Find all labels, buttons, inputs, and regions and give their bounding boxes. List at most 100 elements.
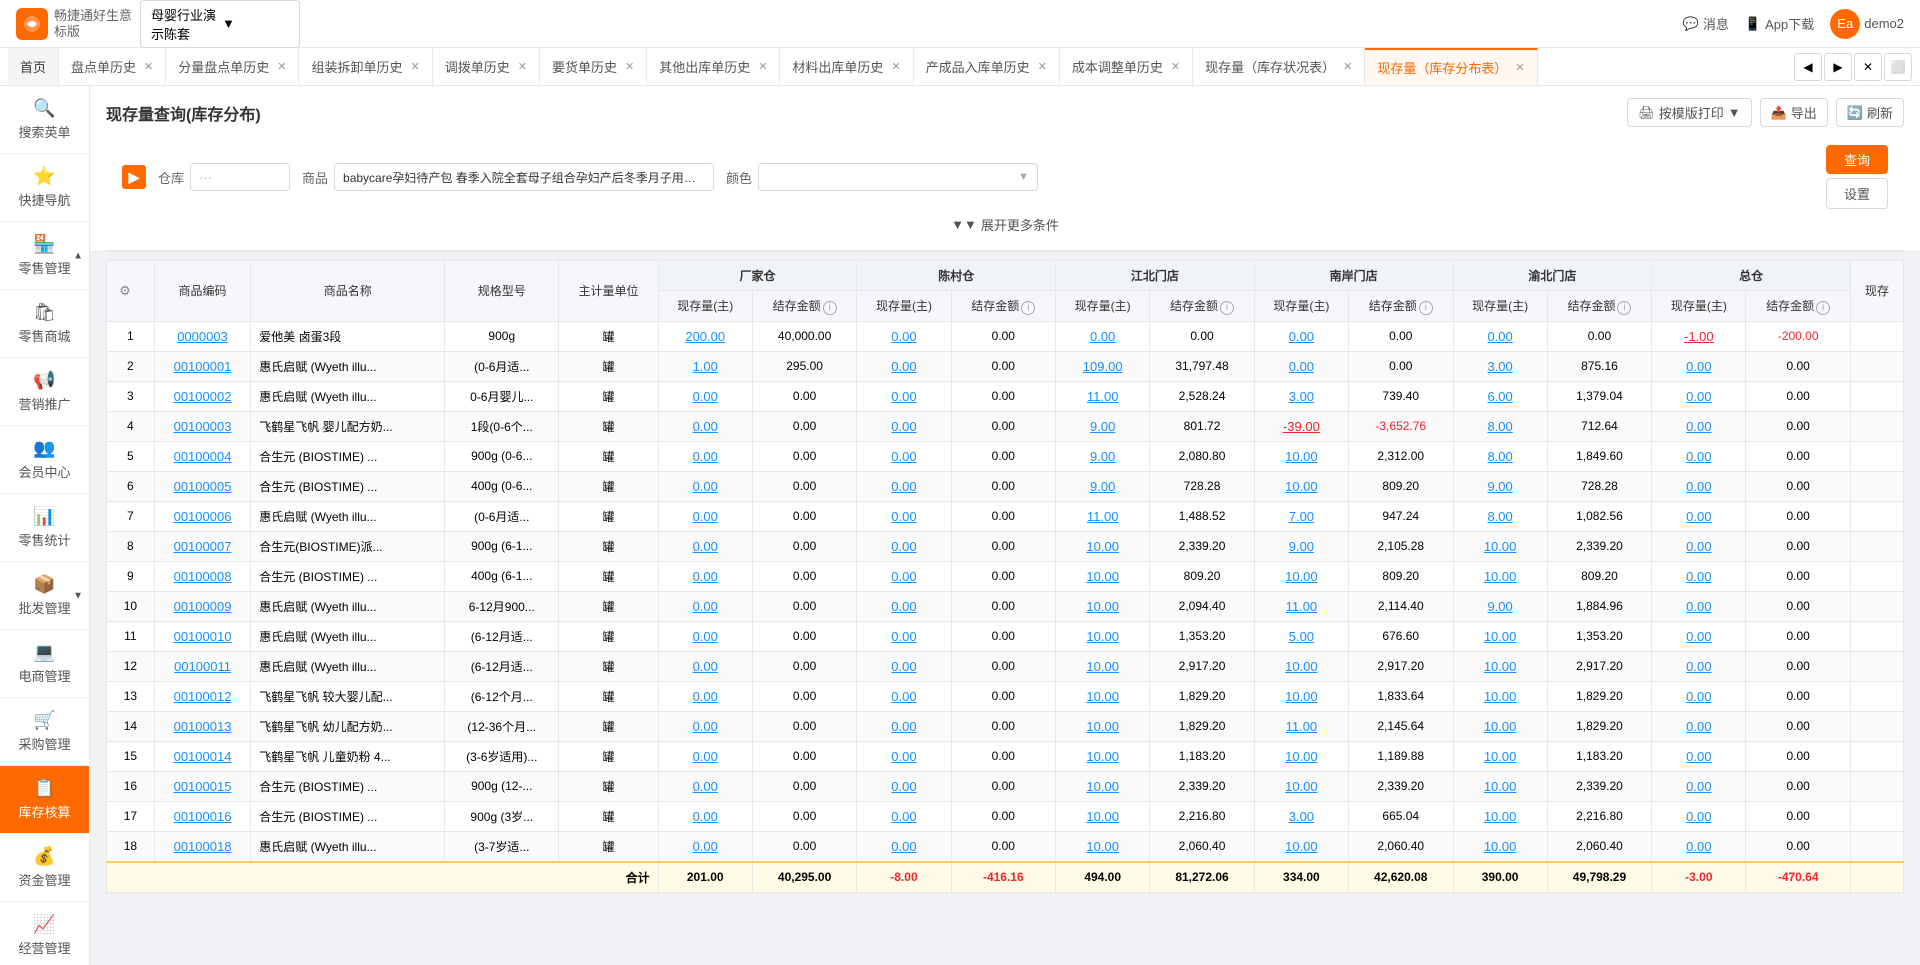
tab-home[interactable]: 首页 (8, 48, 59, 86)
table-settings-icon[interactable]: ⚙ (115, 281, 135, 301)
sidebar-item-retail-mgmt[interactable]: 🏪 零售管理 ▲ (0, 222, 89, 290)
export-btn[interactable]: 📤 导出 (1760, 98, 1828, 127)
row-zc-amt: 0.00 (1746, 621, 1851, 651)
info-icon[interactable]: i (1021, 301, 1035, 315)
chevron-up-icon: ▲ (73, 250, 83, 261)
tab-9[interactable]: 成本调整单历史 ✕ (1060, 48, 1193, 86)
print-btn[interactable]: 🖨 按模版打印 ▼ (1627, 98, 1751, 127)
sidebar-item-inventory[interactable]: 📋 库存核算 (0, 766, 89, 834)
row-fj-amt: 295.00 (752, 351, 857, 381)
row-na-amt: -3,652.76 (1348, 411, 1453, 441)
close-icon[interactable]: ✕ (758, 60, 767, 73)
logo-text: 畅捷通好生意 标版 (54, 8, 132, 39)
row-code: 00100009 (154, 591, 251, 621)
tab-6[interactable]: 其他出库单历史 ✕ (647, 48, 780, 86)
query-button[interactable]: 查询 (1826, 145, 1888, 174)
row-na-qty: 10.00 (1254, 441, 1348, 471)
tab-menu[interactable]: ⬜ (1884, 53, 1912, 81)
row-yb-qty: 8.00 (1453, 411, 1547, 441)
close-icon[interactable]: ✕ (411, 60, 420, 73)
warehouse-input[interactable]: ··· (190, 163, 290, 191)
tab-8[interactable]: 产成品入库单历史 ✕ (914, 48, 1060, 86)
tab-2[interactable]: 分量盘点单历史 ✕ (166, 48, 299, 86)
app-download-btn[interactable]: 📱 App下载 (1745, 14, 1814, 33)
row-unit: 罐 (559, 351, 658, 381)
tab-1[interactable]: 盘点单历史 ✕ (59, 48, 166, 86)
row-jb-qty: 10.00 (1056, 651, 1150, 681)
goods-input[interactable]: babycare孕妇待产包 春季入院全套母子组合孕妇产后冬季月子用品 22件套 … (334, 163, 714, 191)
row-unit: 罐 (559, 681, 658, 711)
sidebar-item-operations[interactable]: 📈 经营管理 (0, 902, 89, 965)
info-icon[interactable]: i (1220, 301, 1234, 315)
tab-scroll-right[interactable]: ▶ (1824, 53, 1852, 81)
tab-4[interactable]: 调拨单历史 ✕ (433, 48, 540, 86)
color-input[interactable]: ▼ (758, 163, 1038, 191)
row-name: 飞鹤星飞帆 婴儿配方奶... (251, 411, 445, 441)
close-icon[interactable]: ✕ (1515, 61, 1524, 74)
info-icon[interactable]: i (1617, 301, 1631, 315)
total-zc-qty: -3.00 (1652, 862, 1746, 893)
row-code: 00100018 (154, 831, 251, 862)
user-avatar[interactable]: Ea demo2 (1830, 9, 1904, 39)
sidebar-item-purchase[interactable]: 🛒 采购管理 (0, 698, 89, 766)
row-cc-amt: 0.00 (951, 351, 1056, 381)
company-selector[interactable]: 母婴行业演示陈套 ▼ (140, 0, 300, 48)
close-icon[interactable]: ✕ (1038, 60, 1047, 73)
refresh-btn[interactable]: 🔄 刷新 (1836, 98, 1904, 127)
close-icon[interactable]: ✕ (144, 60, 153, 73)
close-icon[interactable]: ✕ (625, 60, 634, 73)
sidebar-item-marketing[interactable]: 📢 营销推广 (0, 358, 89, 426)
row-cc-amt: 0.00 (951, 441, 1056, 471)
row-zc-qty: 0.00 (1652, 531, 1746, 561)
tab-close-all[interactable]: ✕ (1854, 53, 1882, 81)
row-yb-qty: 6.00 (1453, 381, 1547, 411)
table-row: 18 00100018 惠氏启赋 (Wyeth illu... (3-7岁适..… (107, 831, 1904, 862)
expand-conditions-btn[interactable]: ▼▼ 展开更多条件 (951, 213, 1059, 236)
row-na-qty: 10.00 (1254, 771, 1348, 801)
row-extra (1850, 471, 1903, 501)
collapse-btn[interactable]: ▶ (122, 165, 146, 189)
sidebar-item-ecommerce[interactable]: 💻 电商管理 (0, 630, 89, 698)
row-fj-qty: 0.00 (658, 561, 752, 591)
tab-7[interactable]: 材料出库单历史 ✕ (780, 48, 913, 86)
tab-10[interactable]: 现存量（库存状况表） ✕ (1193, 48, 1365, 86)
header-actions: 🖨 按模版打印 ▼ 📤 导出 🔄 刷新 (1627, 98, 1904, 127)
tab-11-active[interactable]: 现存量（库存分布表） ✕ (1365, 48, 1537, 86)
sidebar-item-retail-stats[interactable]: 📊 零售统计 (0, 494, 89, 562)
settings-button[interactable]: 设置 (1826, 178, 1888, 209)
total-yb-amt: 49,798.29 (1547, 862, 1652, 893)
sidebar-item-search[interactable]: 🔍 搜索英单 (0, 86, 89, 154)
close-icon[interactable]: ✕ (1171, 60, 1180, 73)
close-icon[interactable]: ✕ (891, 60, 900, 73)
tab-scroll-left[interactable]: ◀ (1794, 53, 1822, 81)
close-icon[interactable]: ✕ (277, 60, 286, 73)
row-fj-amt: 0.00 (752, 651, 857, 681)
row-code: 00100011 (154, 651, 251, 681)
sidebar-item-finance[interactable]: 💰 资金管理 (0, 834, 89, 902)
messages-btn[interactable]: 💬 消息 (1683, 14, 1729, 33)
close-icon[interactable]: ✕ (1343, 60, 1352, 73)
info-icon[interactable]: i (1816, 301, 1830, 315)
box-icon: 📦 (33, 574, 55, 595)
row-jb-qty: 11.00 (1056, 381, 1150, 411)
sidebar-item-nav[interactable]: ⭐ 快捷导航 (0, 154, 89, 222)
row-na-amt: 739.40 (1348, 381, 1453, 411)
row-spec: (6-12月适... (445, 621, 559, 651)
action-btns: 查询 设置 (1826, 145, 1888, 209)
close-icon[interactable]: ✕ (518, 60, 527, 73)
row-jb-amt: 2,216.80 (1150, 801, 1255, 831)
row-cc-qty: 0.00 (857, 831, 951, 862)
info-icon[interactable]: i (1419, 301, 1433, 315)
tab-3[interactable]: 组装拆卸单历史 ✕ (299, 48, 432, 86)
row-cc-qty: 0.00 (857, 711, 951, 741)
tab-5[interactable]: 要货单历史 ✕ (540, 48, 647, 86)
sidebar-item-wholesale[interactable]: 📦 批发管理 ▼ (0, 562, 89, 630)
sidebar-item-members[interactable]: 👥 会员中心 (0, 426, 89, 494)
info-icon[interactable]: i (823, 301, 837, 315)
row-zc-amt: 0.00 (1746, 381, 1851, 411)
sidebar-item-retail-shop[interactable]: 🛍 零售商城 (0, 290, 89, 358)
main-content: 现存量查询(库存分布) 🖨 按模版打印 ▼ 📤 导出 🔄 刷新 (90, 86, 1920, 965)
row-extra (1850, 711, 1903, 741)
row-unit: 罐 (559, 621, 658, 651)
row-cc-qty: 0.00 (857, 561, 951, 591)
